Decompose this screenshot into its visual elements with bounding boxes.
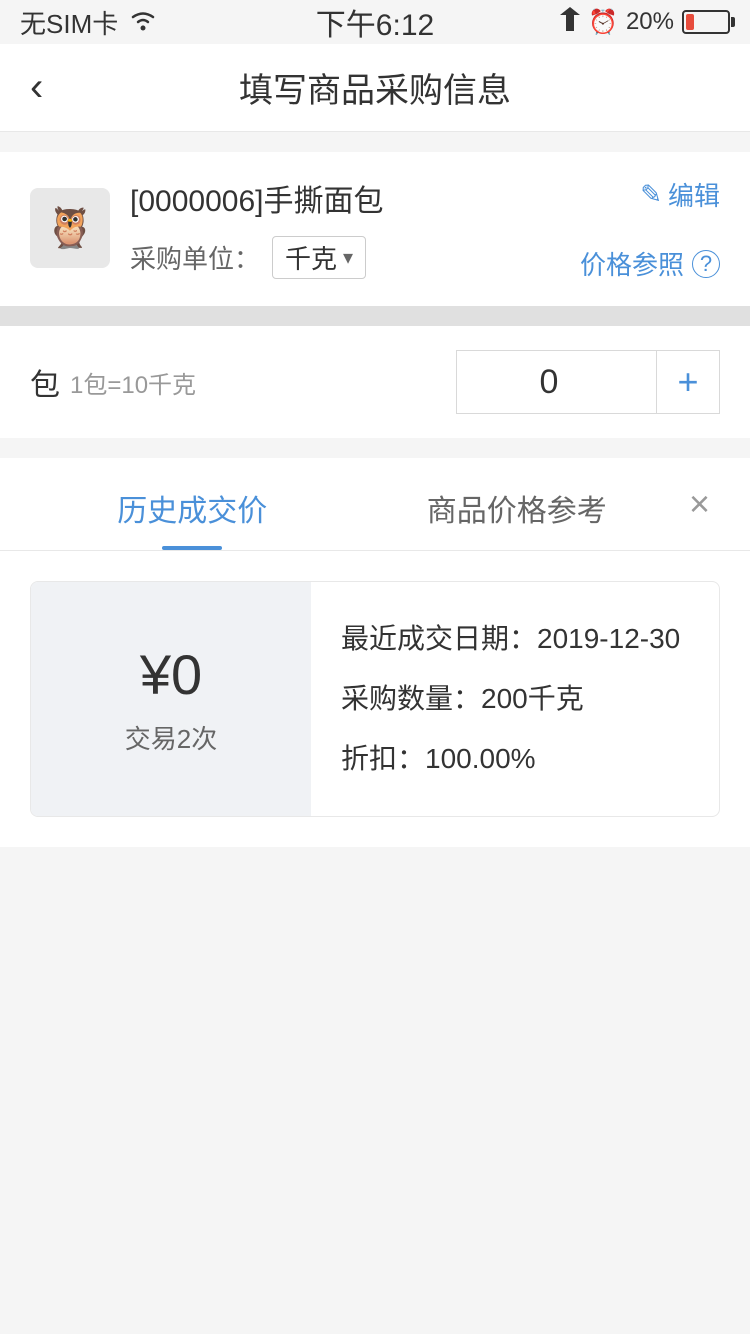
unit-sub: 1包=10千克	[70, 365, 196, 400]
main-content: 历史成交价 商品价格参考 × ¥0 交易2次 最近成交日期：2019-12-30…	[0, 458, 750, 1158]
nav-bar: ‹ 填写商品采购信息	[0, 44, 750, 132]
product-image-icon: 🦉	[45, 204, 95, 251]
tab-history-label: 历史成交价	[117, 495, 267, 528]
tab-bar: 历史成交价 商品价格参考 ×	[0, 458, 750, 551]
recent-date-row: 最近成交日期：2019-12-30	[341, 618, 689, 660]
edit-button[interactable]: ✎ 编辑	[640, 176, 720, 213]
quantity-input[interactable]	[456, 350, 656, 414]
product-info: [0000006]手撕面包 采购单位： 千克 ▾	[130, 176, 383, 279]
quantity-plus-button[interactable]: +	[656, 350, 720, 414]
carrier-label: 无SIM卡	[20, 4, 118, 41]
edit-label: 编辑	[668, 176, 720, 213]
status-time: 下午6:12	[316, 0, 434, 44]
tab-close-button[interactable]: ×	[679, 473, 720, 535]
price-amount: ¥0	[140, 642, 202, 707]
product-thumbnail: 🦉	[30, 188, 110, 268]
product-left: 🦉 [0000006]手撕面包 采购单位： 千克 ▾	[30, 176, 383, 279]
help-icon: ?	[692, 250, 720, 278]
product-right: ✎ 编辑 价格参照 ?	[580, 176, 720, 282]
discount-value: 100.00%	[425, 743, 536, 774]
purchase-qty-row: 采购数量：200千克	[341, 678, 689, 720]
purchase-qty-value: 200千克	[481, 683, 584, 714]
page-title: 填写商品采购信息	[239, 63, 511, 112]
battery-fill	[686, 14, 694, 30]
history-price-content: ¥0 交易2次 最近成交日期：2019-12-30 采购数量：200千克 折扣：…	[0, 551, 750, 847]
unit-selector[interactable]: 千克 ▾	[272, 236, 366, 279]
battery-icon	[682, 10, 730, 34]
product-name: [0000006]手撕面包	[130, 176, 383, 220]
alarm-icon: ⏰	[588, 8, 618, 37]
quantity-row: 包 1包=10千克 +	[0, 326, 750, 438]
quantity-input-group: +	[456, 350, 720, 414]
unit-label: 包 1包=10千克	[30, 360, 196, 404]
back-button[interactable]: ‹	[30, 65, 90, 110]
status-left: 无SIM卡	[20, 4, 158, 41]
tab-product-label: 商品价格参考	[427, 495, 607, 528]
unit-dropdown-icon: ▾	[343, 245, 353, 270]
purchase-unit-row: 采购单位： 千克 ▾	[130, 236, 383, 279]
battery-percent: 20%	[626, 8, 674, 36]
edit-icon: ✎	[640, 179, 662, 210]
purchase-qty-label: 采购数量：	[341, 683, 481, 714]
recent-date-label: 最近成交日期：	[341, 623, 537, 654]
price-reference-button[interactable]: 价格参照 ?	[580, 245, 720, 282]
price-right-section: 最近成交日期：2019-12-30 采购数量：200千克 折扣：100.00%	[311, 582, 719, 816]
product-card: 🦉 [0000006]手撕面包 采购单位： 千克 ▾ ✎ 编辑 价格参照	[0, 152, 750, 306]
purchase-unit-label: 采购单位：	[130, 239, 260, 276]
discount-row: 折扣：100.00%	[341, 738, 689, 780]
price-left-section: ¥0 交易2次	[31, 582, 311, 816]
tab-history-price[interactable]: 历史成交价	[30, 458, 354, 550]
price-ref-label: 价格参照	[580, 245, 684, 282]
status-right: ⏰ 20%	[560, 7, 730, 38]
unit-value: 千克	[285, 239, 337, 276]
location-icon	[560, 7, 580, 38]
unit-main: 包	[30, 360, 60, 404]
wifi-icon	[128, 7, 158, 38]
trade-count: 交易2次	[125, 719, 217, 756]
section-divider	[0, 306, 750, 326]
status-bar: 无SIM卡 下午6:12 ⏰ 20%	[0, 0, 750, 44]
tab-product-price-ref[interactable]: 商品价格参考	[354, 458, 678, 550]
product-header: 🦉 [0000006]手撕面包 采购单位： 千克 ▾ ✎ 编辑 价格参照	[30, 176, 720, 282]
recent-date-value: 2019-12-30	[537, 623, 680, 654]
discount-label: 折扣：	[341, 743, 425, 774]
price-card: ¥0 交易2次 最近成交日期：2019-12-30 采购数量：200千克 折扣：…	[30, 581, 720, 817]
